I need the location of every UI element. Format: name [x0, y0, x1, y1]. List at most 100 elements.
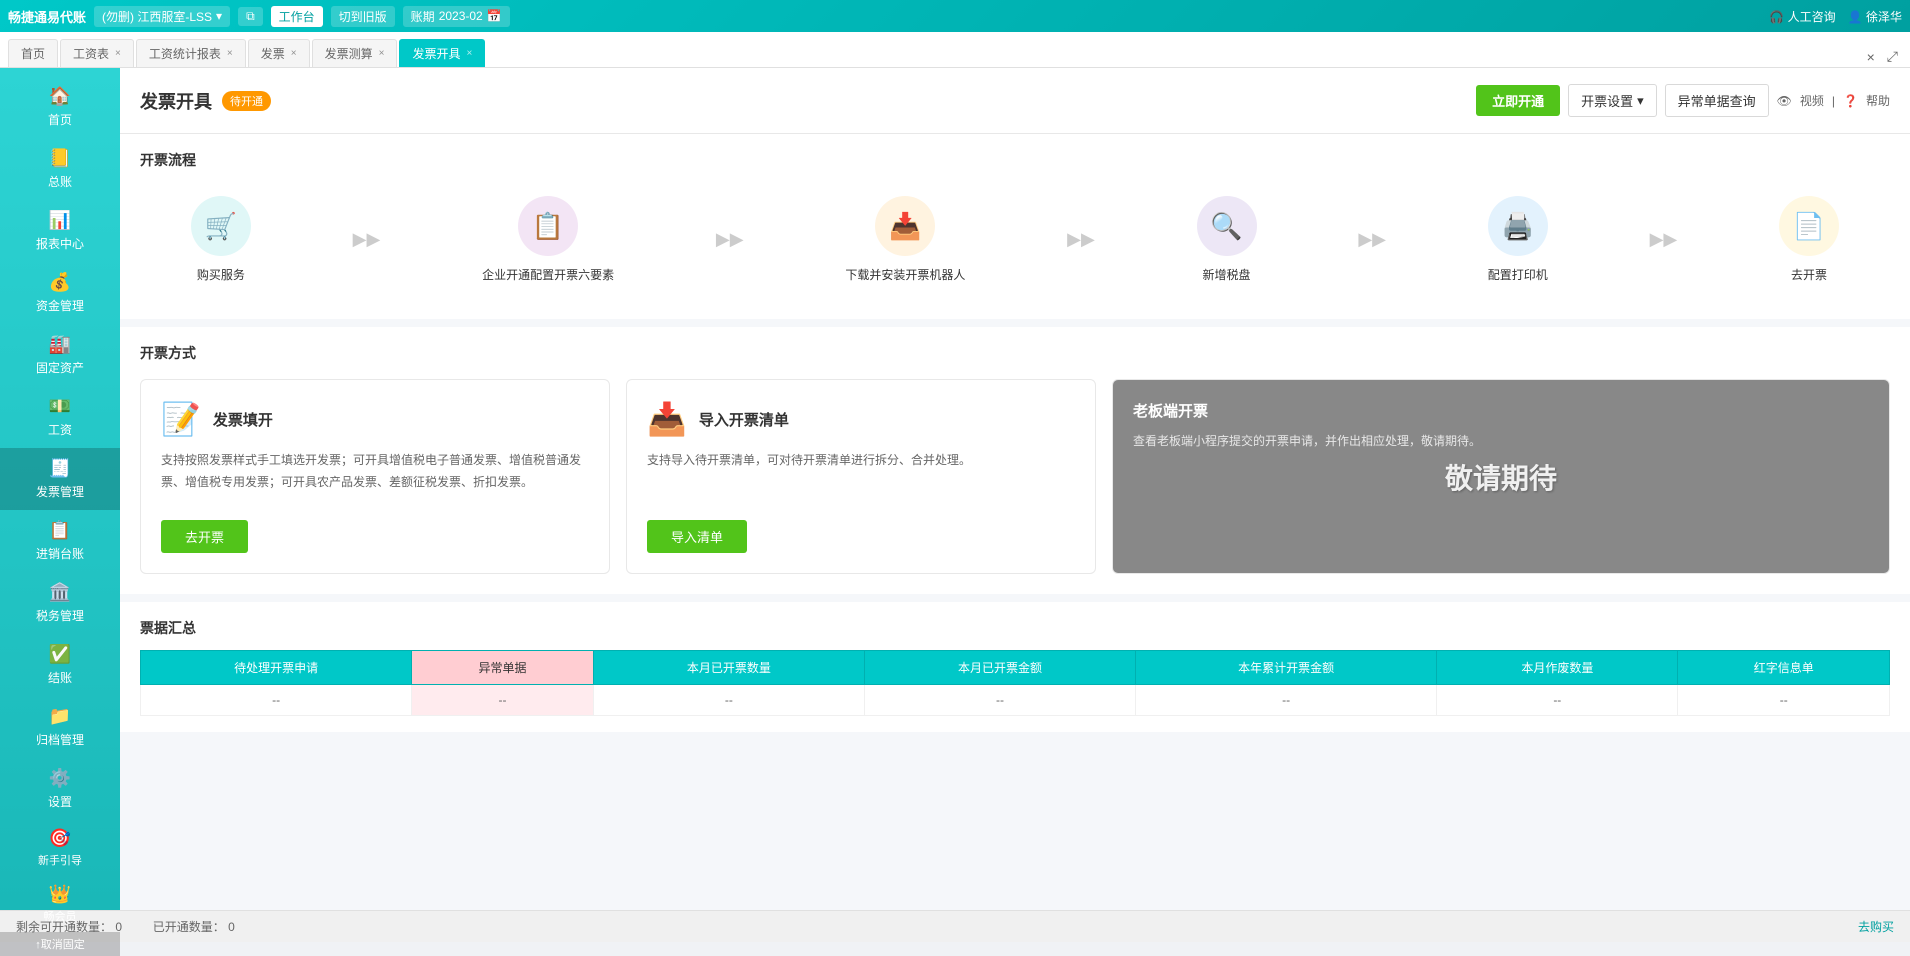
user-avatar[interactable]: 👤 徐泽华: [1848, 8, 1902, 25]
view-count-label: 视频: [1800, 92, 1824, 109]
tab-invoice-issue-close[interactable]: ×: [466, 48, 472, 59]
tab-bar: 首页 工资表 × 工资统计报表 × 发票 × 发票测算 × 发票开具 × × ⤢: [0, 32, 1910, 68]
coming-soon-label: 敬请期待: [1445, 457, 1557, 497]
vip-icon: 👑: [49, 884, 71, 905]
sidebar-item-invoice-mgmt[interactable]: 🧾 发票管理: [0, 448, 120, 510]
sidebar-item-reports[interactable]: 📊 报表中心: [0, 200, 120, 262]
unpin-sidebar-button[interactable]: ↑取消固定: [0, 932, 120, 956]
tab-invoice[interactable]: 发票 ×: [248, 39, 310, 67]
funds-icon: 💰: [49, 272, 71, 293]
process-arrow-2: ▶▶: [716, 229, 744, 250]
sidebar-item-settings[interactable]: ⚙️ 设置: [0, 758, 120, 820]
tab-invoice-issue[interactable]: 发票开具 ×: [399, 39, 485, 67]
method-card-import: 📥 导入开票清单 支持导入待开票清单，可对待开票清单进行拆分、合并处理。 导入清…: [626, 379, 1096, 574]
open-settings-label: 开票设置: [1581, 91, 1633, 110]
sidebar-item-guide[interactable]: 🎯 新手引导: [0, 820, 120, 876]
method-card-import-header: 📥 导入开票清单: [647, 400, 1075, 438]
archive-icon: 📁: [49, 706, 71, 727]
salary-icon: 💵: [49, 396, 71, 417]
method-card-old-client: 老板端开票 查看老板端小程序提交的开票申请，并作出相应处理，敬请期待。 敬请期待: [1112, 379, 1890, 574]
import-list-button[interactable]: 导入清单: [647, 520, 747, 553]
download-robot-label: 下载并安装开票机器人: [845, 266, 965, 283]
copy-button[interactable]: ⧉: [238, 7, 263, 26]
open-now-button[interactable]: 立即开通: [1476, 85, 1560, 116]
sidebar-item-funds[interactable]: 💰 资金管理: [0, 262, 120, 324]
spacer: [125, 920, 149, 934]
tab-salary-table[interactable]: 工资表 ×: [60, 39, 134, 67]
period-label: 账期: [411, 8, 435, 25]
sidebar-item-salary-label: 工资: [48, 421, 72, 438]
config-printer-icon-bg: 🖨️: [1488, 196, 1548, 256]
sidebar-item-ledger[interactable]: 📒 总账: [0, 138, 120, 200]
sidebar-item-purchase[interactable]: 📋 进销台账: [0, 510, 120, 572]
summary-table-header-row: 待处理开票申请 异常单据 本月已开票数量 本月已开票金额 本年累计开票金额 本月…: [141, 651, 1890, 685]
assets-icon: 🏭: [49, 334, 71, 355]
process-step-config-printer[interactable]: 🖨️ 配置打印机: [1488, 196, 1548, 283]
process-arrow-3: ▶▶: [1067, 229, 1095, 250]
guide-icon: 🎯: [49, 828, 71, 849]
sidebar-item-tax-label: 税务管理: [36, 607, 84, 624]
tab-invoice-calc[interactable]: 发票测算 ×: [312, 39, 398, 67]
th-year-amount: 本年累计开票金额: [1136, 651, 1437, 685]
remain-label: 剩余可开通数量：: [16, 920, 112, 934]
old-client-desc: 查看老板端小程序提交的开票申请，并作出相应处理，敬请期待。: [1133, 431, 1869, 453]
settings-icon: ⚙️: [49, 768, 71, 789]
process-step-buy-service[interactable]: 🛒 购买服务: [191, 196, 251, 283]
process-step-issue-invoice[interactable]: 📄 去开票: [1779, 196, 1839, 283]
sidebar-bottom: 🎯 新手引导 👑 畅会员 ↑取消固定: [0, 820, 120, 956]
tab-salary-report-close[interactable]: ×: [227, 48, 233, 59]
sidebar-item-tax[interactable]: 🏛️ 税务管理: [0, 572, 120, 634]
th-abnormal: 异常单据: [412, 651, 594, 685]
tab-home[interactable]: 首页: [8, 39, 58, 67]
import-list-icon: 📥: [647, 400, 687, 438]
add-taxbox-icon: 🔍: [1210, 211, 1242, 242]
tab-invoice-issue-label: 发票开具: [412, 45, 460, 62]
period-selector[interactable]: 账期 2023-02 📅: [403, 6, 510, 27]
sidebar-item-assets[interactable]: 🏭 固定资产: [0, 324, 120, 386]
sidebar: 🏠 首页 📒 总账 📊 报表中心 💰 资金管理 🏭 固定资产 💵 工资 🧾 发票…: [0, 68, 120, 910]
enterprise-setup-label: 企业开通配置开票六要素: [482, 266, 614, 283]
invoice-methods-title: 开票方式: [140, 343, 1890, 363]
buy-service-icon-bg: 🛒: [191, 196, 251, 256]
bottom-stats: 剩余可开通数量： 0 已开通数量： 0: [16, 918, 235, 935]
sidebar-item-home-label: 首页: [48, 111, 72, 128]
tab-salary-report[interactable]: 工资统计报表 ×: [136, 39, 246, 67]
header-help: 👁 视频 | ❓ 帮助: [1777, 92, 1890, 109]
consult-button[interactable]: 🎧 人工咨询: [1769, 8, 1835, 25]
process-arrow-4: ▶▶: [1358, 229, 1386, 250]
process-step-add-taxbox[interactable]: 🔍 新增税盘: [1197, 196, 1257, 283]
chevron-down-icon: ▾: [1637, 93, 1644, 109]
process-step-download-robot[interactable]: 📥 下载并安装开票机器人: [845, 196, 965, 283]
switch-old-button[interactable]: 切到旧版: [331, 6, 395, 27]
td-year-amount: --: [1136, 685, 1437, 716]
calendar-icon: 📅: [487, 9, 502, 23]
go-issue-button[interactable]: 去开票: [161, 520, 248, 553]
process-step-enterprise-setup[interactable]: 📋 企业开通配置开票六要素: [482, 196, 614, 283]
sidebar-item-reconcile[interactable]: ✅ 结账: [0, 634, 120, 696]
sidebar-item-funds-label: 资金管理: [36, 297, 84, 314]
tab-salary-table-close[interactable]: ×: [115, 48, 121, 59]
buy-link[interactable]: 去购买: [1858, 918, 1894, 935]
config-printer-label: 配置打印机: [1488, 266, 1548, 283]
open-settings-button[interactable]: 开票设置 ▾: [1568, 84, 1657, 117]
td-pending: --: [141, 685, 412, 716]
company-selector[interactable]: (勿删) 江西服室-LSS ▾: [94, 6, 230, 27]
tab-invoice-close[interactable]: ×: [291, 48, 297, 59]
user-name: 徐泽华: [1866, 10, 1902, 24]
sidebar-item-archive[interactable]: 📁 归档管理: [0, 696, 120, 758]
tab-invoice-calc-close[interactable]: ×: [379, 48, 385, 59]
tab-home-label: 首页: [21, 45, 45, 62]
sidebar-item-salary[interactable]: 💵 工资: [0, 386, 120, 448]
tab-salary-table-label: 工资表: [73, 45, 109, 62]
td-red-invoice: --: [1678, 685, 1890, 716]
abnormal-query-button[interactable]: 异常单据查询: [1665, 84, 1769, 117]
workbench-button[interactable]: 工作台: [271, 6, 323, 27]
close-all-tabs-button[interactable]: ×: [1863, 47, 1879, 67]
th-today-count: 本月已开票数量: [593, 651, 864, 685]
sidebar-item-home[interactable]: 🏠 首页: [0, 76, 120, 138]
content-area: 发票开具 待开通 立即开通 开票设置 ▾ 异常单据查询 👁 视频 | ❓ 帮助: [120, 68, 1910, 910]
sidebar-item-reconcile-label: 结账: [48, 669, 72, 686]
used-value: 0: [228, 920, 235, 934]
restore-window-button[interactable]: ⤢: [1883, 46, 1902, 67]
sidebar-item-settings-label: 设置: [48, 793, 72, 810]
